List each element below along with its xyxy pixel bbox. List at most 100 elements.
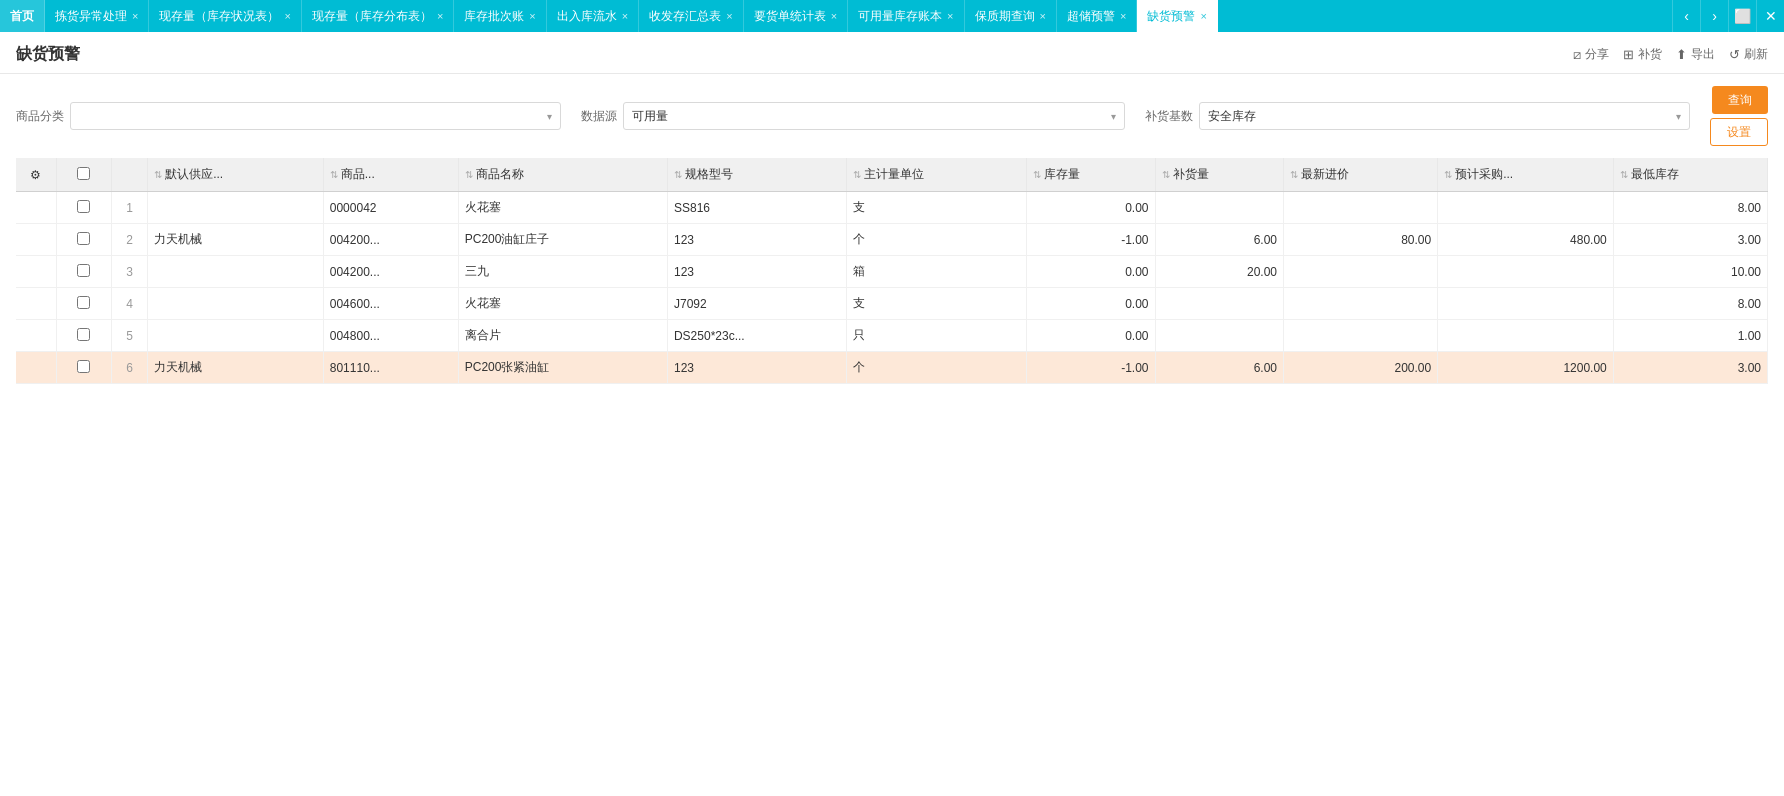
nav-tab-shortage-warning[interactable]: 缺货预警× xyxy=(1137,0,1217,32)
row-checkbox[interactable] xyxy=(77,360,90,373)
close-tab-available-ledger-icon[interactable]: × xyxy=(947,10,953,22)
row-latest-price xyxy=(1284,192,1438,224)
category-label: 商品分类 xyxy=(16,108,64,125)
row-replenish xyxy=(1155,288,1283,320)
row-name: PC200张紧油缸 xyxy=(458,352,667,384)
sort-replenish-icon: ⇅ xyxy=(1162,169,1170,180)
nav-close-btn[interactable]: ✕ xyxy=(1756,0,1784,32)
row-check-cell[interactable] xyxy=(56,352,112,384)
row-check-cell[interactable] xyxy=(56,288,112,320)
row-checkbox[interactable] xyxy=(77,264,90,277)
nav-new-window-btn[interactable]: ⬜ xyxy=(1728,0,1756,32)
row-no: 5 xyxy=(112,320,148,352)
close-tab-overstock-warning-icon[interactable]: × xyxy=(1120,10,1126,22)
nav-tab-inventory-status[interactable]: 现存量（库存状况表）× xyxy=(149,0,301,32)
table-row: 3004200...三九123箱0.0020.0010.00 xyxy=(16,256,1768,288)
close-tab-order-stats-icon[interactable]: × xyxy=(831,10,837,22)
row-checkbox[interactable] xyxy=(77,200,90,213)
row-checkbox[interactable] xyxy=(77,328,90,341)
query-button[interactable]: 查询 xyxy=(1712,86,1768,114)
export-icon: ⬆ xyxy=(1676,47,1687,62)
close-tab-in-out-flow-icon[interactable]: × xyxy=(622,10,628,22)
table-row: 2力天机械004200...PC200油缸庄子123个-1.006.0080.0… xyxy=(16,224,1768,256)
row-name: 离合片 xyxy=(458,320,667,352)
nav-tab-inventory-dist[interactable]: 现存量（库存分布表）× xyxy=(302,0,454,32)
close-tab-expiry-query-icon[interactable]: × xyxy=(1040,10,1046,22)
replenish-btn[interactable]: ⊞ 补货 xyxy=(1623,46,1662,63)
nav-tab-available-ledger[interactable]: 可用量库存账本× xyxy=(848,0,964,32)
row-gear-cell xyxy=(16,352,56,384)
share-btn[interactable]: ⧄ 分享 xyxy=(1573,46,1609,63)
row-stock: -1.00 xyxy=(1027,224,1155,256)
nav-tab-overstock-warning[interactable]: 超储预警× xyxy=(1057,0,1137,32)
sort-min-icon: ⇅ xyxy=(1620,169,1628,180)
row-checkbox[interactable] xyxy=(77,232,90,245)
close-tab-defect-process-icon[interactable]: × xyxy=(132,10,138,22)
row-checkbox[interactable] xyxy=(77,296,90,309)
row-check-cell[interactable] xyxy=(56,256,112,288)
close-tab-receive-summary-icon[interactable]: × xyxy=(726,10,732,22)
datasource-arrow-icon: ▾ xyxy=(1111,111,1116,122)
replenish-base-select[interactable]: 安全库存 ▾ xyxy=(1199,102,1690,130)
close-tab-inventory-status-icon[interactable]: × xyxy=(284,10,290,22)
table-row: 6力天机械801110...PC200张紧油缸123个-1.006.00200.… xyxy=(16,352,1768,384)
row-stock: 0.00 xyxy=(1027,288,1155,320)
row-replenish: 20.00 xyxy=(1155,256,1283,288)
th-est-purchase[interactable]: ⇅ 预计采购... xyxy=(1438,158,1614,192)
nav-tab-batch-account[interactable]: 库存批次账× xyxy=(454,0,546,32)
top-nav: 首页拣货异常处理×现存量（库存状况表）×现存量（库存分布表）×库存批次账×出入库… xyxy=(0,0,1784,32)
close-tab-batch-account-icon[interactable]: × xyxy=(529,10,535,22)
row-est-purchase: 480.00 xyxy=(1438,224,1614,256)
nav-tab-order-stats[interactable]: 要货单统计表× xyxy=(744,0,848,32)
row-check-cell[interactable] xyxy=(56,224,112,256)
nav-tab-home[interactable]: 首页 xyxy=(0,0,45,32)
replenish-base-filter: 补货基数 安全库存 ▾ xyxy=(1145,102,1690,130)
row-unit: 支 xyxy=(847,192,1027,224)
th-no xyxy=(112,158,148,192)
row-min-stock: 8.00 xyxy=(1613,288,1767,320)
th-product-name[interactable]: ⇅ 商品名称 xyxy=(458,158,667,192)
close-tab-shortage-warning-icon[interactable]: × xyxy=(1200,10,1206,22)
row-min-stock: 8.00 xyxy=(1613,192,1767,224)
th-stock[interactable]: ⇅ 库存量 xyxy=(1027,158,1155,192)
nav-next-btn[interactable]: › xyxy=(1700,0,1728,32)
row-check-cell[interactable] xyxy=(56,320,112,352)
th-spec[interactable]: ⇅ 规格型号 xyxy=(667,158,846,192)
nav-tab-in-out-flow[interactable]: 出入库流水× xyxy=(547,0,639,32)
nav-tab-receive-summary[interactable]: 收发存汇总表× xyxy=(639,0,743,32)
row-replenish: 6.00 xyxy=(1155,352,1283,384)
datasource-select[interactable]: 可用量 ▾ xyxy=(623,102,1126,130)
close-tab-inventory-dist-icon[interactable]: × xyxy=(437,10,443,22)
refresh-btn[interactable]: ↺ 刷新 xyxy=(1729,46,1768,63)
row-check-cell[interactable] xyxy=(56,192,112,224)
replenish-base-value: 安全库存 xyxy=(1208,108,1256,125)
row-latest-price: 80.00 xyxy=(1284,224,1438,256)
row-unit: 个 xyxy=(847,352,1027,384)
sort-price-icon: ⇅ xyxy=(1290,169,1298,180)
row-replenish: 6.00 xyxy=(1155,224,1283,256)
th-default-supplier[interactable]: ⇅ 默认供应... xyxy=(148,158,324,192)
th-min-stock[interactable]: ⇅ 最低库存 xyxy=(1613,158,1767,192)
data-table: ⚙ ⇅ 默认供应... ⇅ 商 xyxy=(16,158,1768,384)
th-latest-price[interactable]: ⇅ 最新进价 xyxy=(1284,158,1438,192)
th-replenish[interactable]: ⇅ 补货量 xyxy=(1155,158,1283,192)
row-supplier: 力天机械 xyxy=(148,224,324,256)
category-select[interactable]: ▾ xyxy=(70,102,561,130)
row-code: 801110... xyxy=(323,352,458,384)
th-product-code[interactable]: ⇅ 商品... xyxy=(323,158,458,192)
th-unit[interactable]: ⇅ 主计量单位 xyxy=(847,158,1027,192)
export-btn[interactable]: ⬆ 导出 xyxy=(1676,46,1715,63)
datasource-value: 可用量 xyxy=(632,108,668,125)
th-gear[interactable]: ⚙ xyxy=(16,158,56,192)
row-spec: J7092 xyxy=(667,288,846,320)
settings-button[interactable]: 设置 xyxy=(1710,118,1768,146)
row-no: 1 xyxy=(112,192,148,224)
row-gear-cell xyxy=(16,288,56,320)
nav-prev-btn[interactable]: ‹ xyxy=(1672,0,1700,32)
row-name: 三九 xyxy=(458,256,667,288)
table-header-row: ⚙ ⇅ 默认供应... ⇅ 商 xyxy=(16,158,1768,192)
nav-tab-defect-process[interactable]: 拣货异常处理× xyxy=(45,0,149,32)
select-all-checkbox[interactable] xyxy=(77,167,90,180)
category-arrow-icon: ▾ xyxy=(547,111,552,122)
nav-tab-expiry-query[interactable]: 保质期查询× xyxy=(965,0,1057,32)
